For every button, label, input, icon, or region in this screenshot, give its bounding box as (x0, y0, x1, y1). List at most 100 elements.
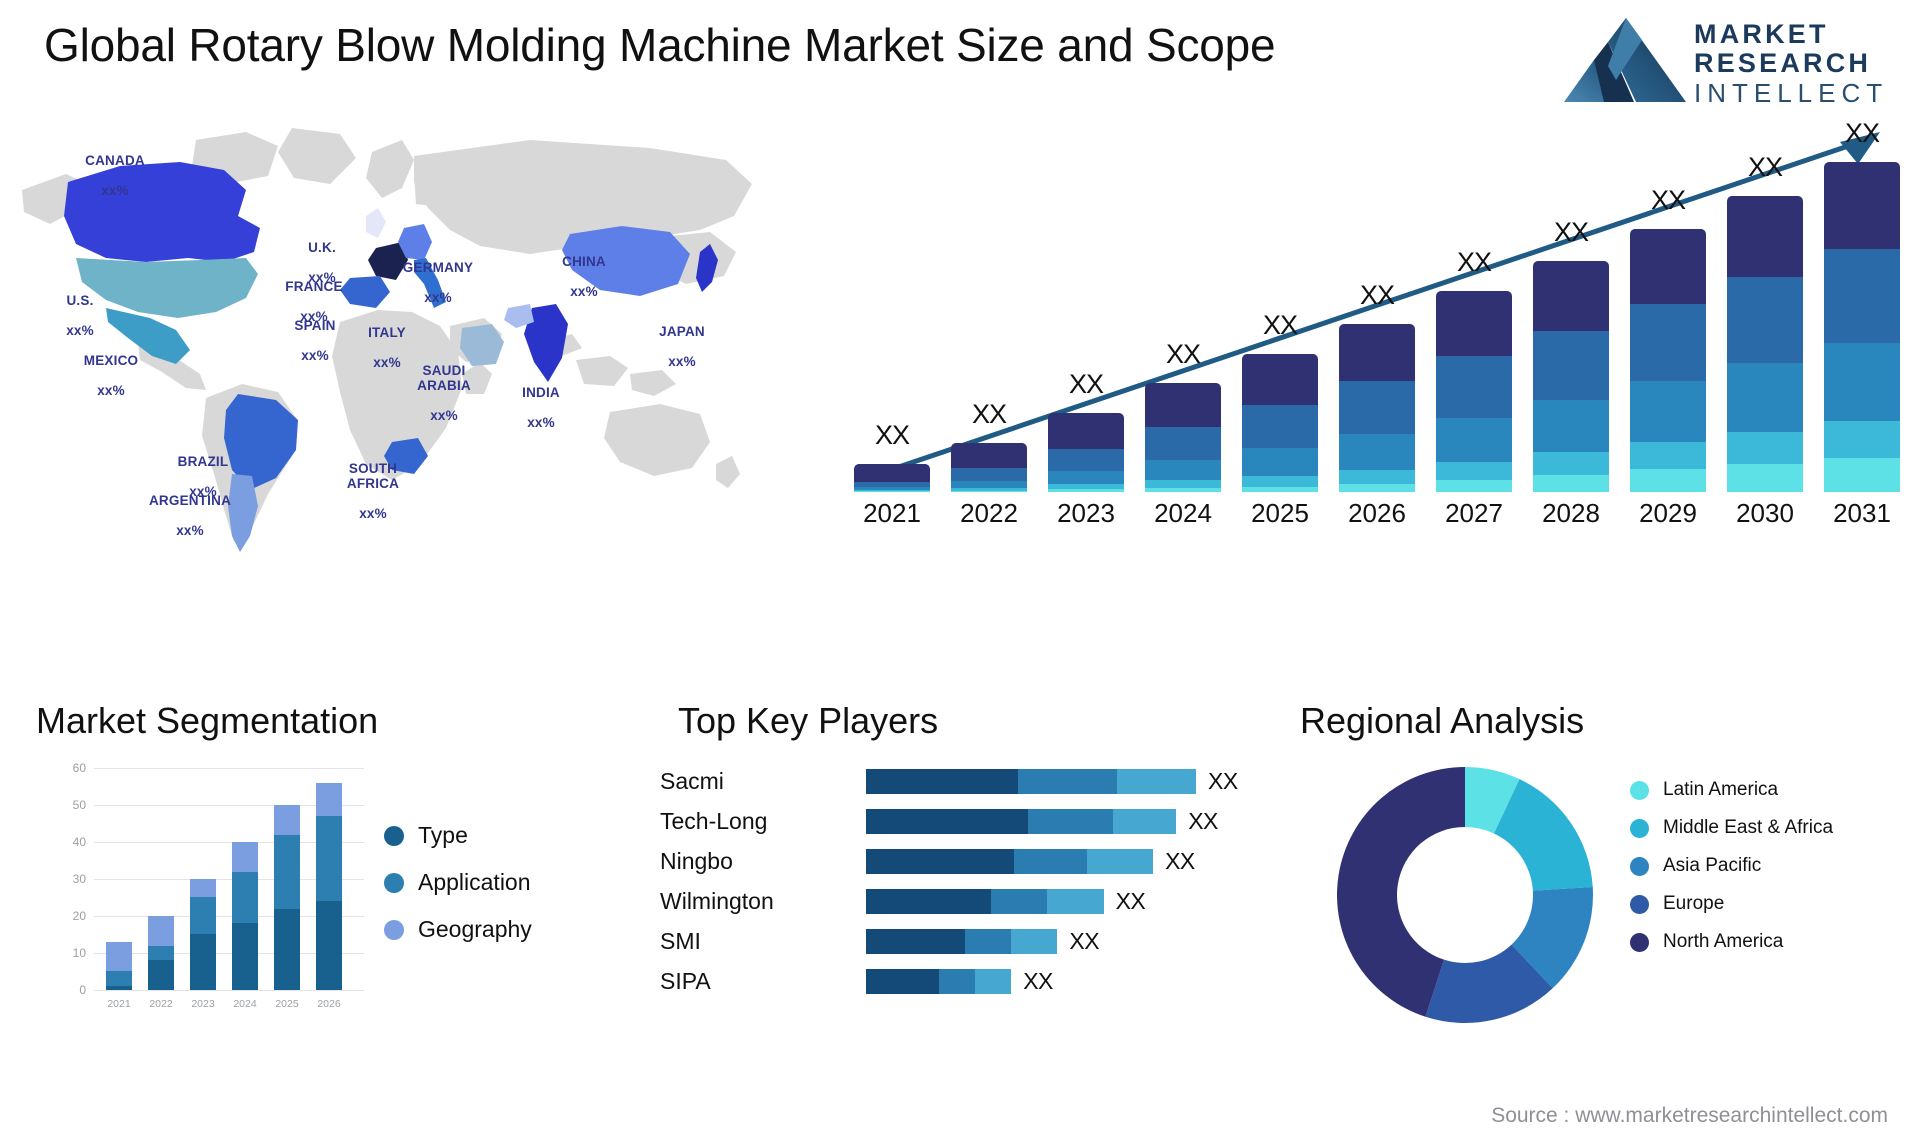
logo-line-2: RESEARCH (1694, 48, 1872, 78)
bar-segment (1242, 487, 1318, 492)
player-value-label: XX (1115, 888, 1146, 914)
bar-segment (1048, 448, 1124, 472)
bar-column: XX (1533, 217, 1609, 492)
player-bar-segment (938, 969, 975, 994)
legend-item: Application (384, 869, 532, 896)
player-bar-segment (964, 929, 1012, 954)
bar-segment (1533, 331, 1609, 401)
bar-column: XX (1436, 247, 1512, 492)
year-label: 2023 (1057, 498, 1115, 528)
segmentation-bar-segment (274, 908, 300, 990)
map-label-value: xx% (301, 348, 329, 363)
infographic-page: Global Rotary Blow Molding Machine Marke… (0, 0, 1920, 1146)
bar-segment (1630, 441, 1706, 470)
player-name: Tech-Long (660, 808, 768, 834)
map-label-japan: JAPAN xx% (646, 309, 718, 369)
bar-segment (1533, 452, 1609, 476)
y-axis-tick: 30 (72, 872, 86, 886)
bar-segment (1824, 420, 1900, 459)
bar-value-label: XX (1747, 152, 1783, 182)
map-label-argentina: ARGENTINA xx% (132, 478, 248, 538)
segmentation-bar (316, 782, 342, 990)
x-axis-tick: 2026 (317, 998, 341, 1010)
bar-column: XX (951, 399, 1027, 492)
bar-segment (1145, 426, 1221, 461)
legend-item: Geography (384, 916, 532, 943)
regional-analysis-section: Regional Analysis Latin America Middle Ea… (1300, 700, 1900, 1100)
player-row: Ningbo XX (660, 846, 1300, 876)
regional-legend-item: Latin America (1630, 778, 1833, 802)
bar-segment (1145, 488, 1221, 492)
market-forecast-chart: XX XX XX XX XX XX XX XX XX XX XX 2021 2022 2023 2024 2… (840, 118, 1910, 540)
bar-segment (1436, 462, 1512, 481)
bar-segment (1242, 354, 1318, 406)
map-label-name: SAUDI ARABIA (417, 363, 471, 393)
segmentation-bar-segment (232, 871, 258, 924)
player-bar (866, 969, 1012, 994)
bar-segment (1145, 383, 1221, 427)
bar-segment (1727, 362, 1803, 432)
segmentation-bar (106, 941, 132, 990)
map-label-name: FRANCE (285, 279, 343, 294)
stacked-bar (1436, 291, 1512, 492)
map-label-india: INDIA xx% (508, 370, 574, 430)
x-axis-tick: 2025 (275, 998, 299, 1010)
player-bar (866, 769, 1196, 794)
bar-value-label: XX (1553, 217, 1589, 247)
map-label-value: xx% (430, 408, 458, 423)
bar-segment (1630, 229, 1706, 305)
map-label-name: ITALY (368, 325, 406, 340)
bar-segment (854, 491, 930, 492)
bar-column: XX (1339, 280, 1415, 492)
segmentation-bar (190, 879, 216, 990)
player-bar (866, 849, 1154, 874)
player-name: Wilmington (660, 888, 774, 914)
map-label-value: xx% (527, 415, 555, 430)
player-bar-segment (1017, 769, 1117, 794)
bar-value-label: XX (1359, 280, 1395, 310)
y-axis-tick: 50 (72, 798, 86, 812)
bar-segment (1630, 304, 1706, 382)
player-value-label: XX (1188, 808, 1218, 834)
map-label-value: xx% (424, 290, 452, 305)
segmentation-bar-segment (316, 901, 342, 990)
map-label-value: xx% (668, 354, 696, 369)
x-axis-tick: 2023 (191, 998, 215, 1010)
bar-segment (1533, 261, 1609, 332)
gridline (94, 768, 364, 769)
legend-color-dot (384, 872, 404, 893)
map-label-us: U.S. xx% (48, 278, 112, 338)
player-bar-segment (1011, 929, 1058, 954)
map-label-canada: CANADA xx% (70, 138, 160, 198)
top-key-players-section: Top Key Players Sacmi XX Tech-Long XX Ningbo… (660, 700, 1300, 1100)
bar-segment (1048, 413, 1124, 449)
bar-value-label: XX (1262, 310, 1298, 340)
player-bar-segment (866, 969, 939, 994)
map-label-name: JAPAN (659, 324, 705, 339)
map-label-value: xx% (176, 523, 204, 538)
market-segmentation-section: Market Segmentation 0 10 20 30 40 50 60 2021 202… (36, 700, 636, 1100)
player-bar-segment (991, 889, 1048, 914)
map-label-name: GERMANY (402, 260, 474, 275)
segmentation-bar (148, 916, 174, 990)
player-row: SIPA XX (660, 966, 1300, 996)
player-row: Sacmi XX (660, 766, 1300, 796)
regional-donut-chart (1337, 767, 1593, 1023)
bar-segment (1242, 476, 1318, 488)
y-axis-tick: 20 (72, 909, 86, 923)
legend-color-dot (384, 825, 404, 846)
regional-legend-item: North America (1630, 930, 1833, 954)
year-label: 2027 (1445, 498, 1503, 528)
player-bar-segment (866, 849, 1015, 874)
player-bar-segment (1014, 849, 1088, 874)
bar-segment (1436, 291, 1512, 357)
player-value-label: XX (1165, 848, 1195, 874)
y-axis-tick: 10 (72, 946, 86, 960)
y-axis-tick: 60 (72, 761, 86, 775)
regional-legend-item: Europe (1630, 892, 1833, 916)
logo-line-3: INTELLECT (1694, 78, 1889, 108)
stacked-bar (1145, 383, 1221, 492)
bar-value-label: XX (874, 420, 910, 450)
player-bar-segment (1087, 849, 1154, 874)
year-label: 2026 (1348, 498, 1406, 528)
